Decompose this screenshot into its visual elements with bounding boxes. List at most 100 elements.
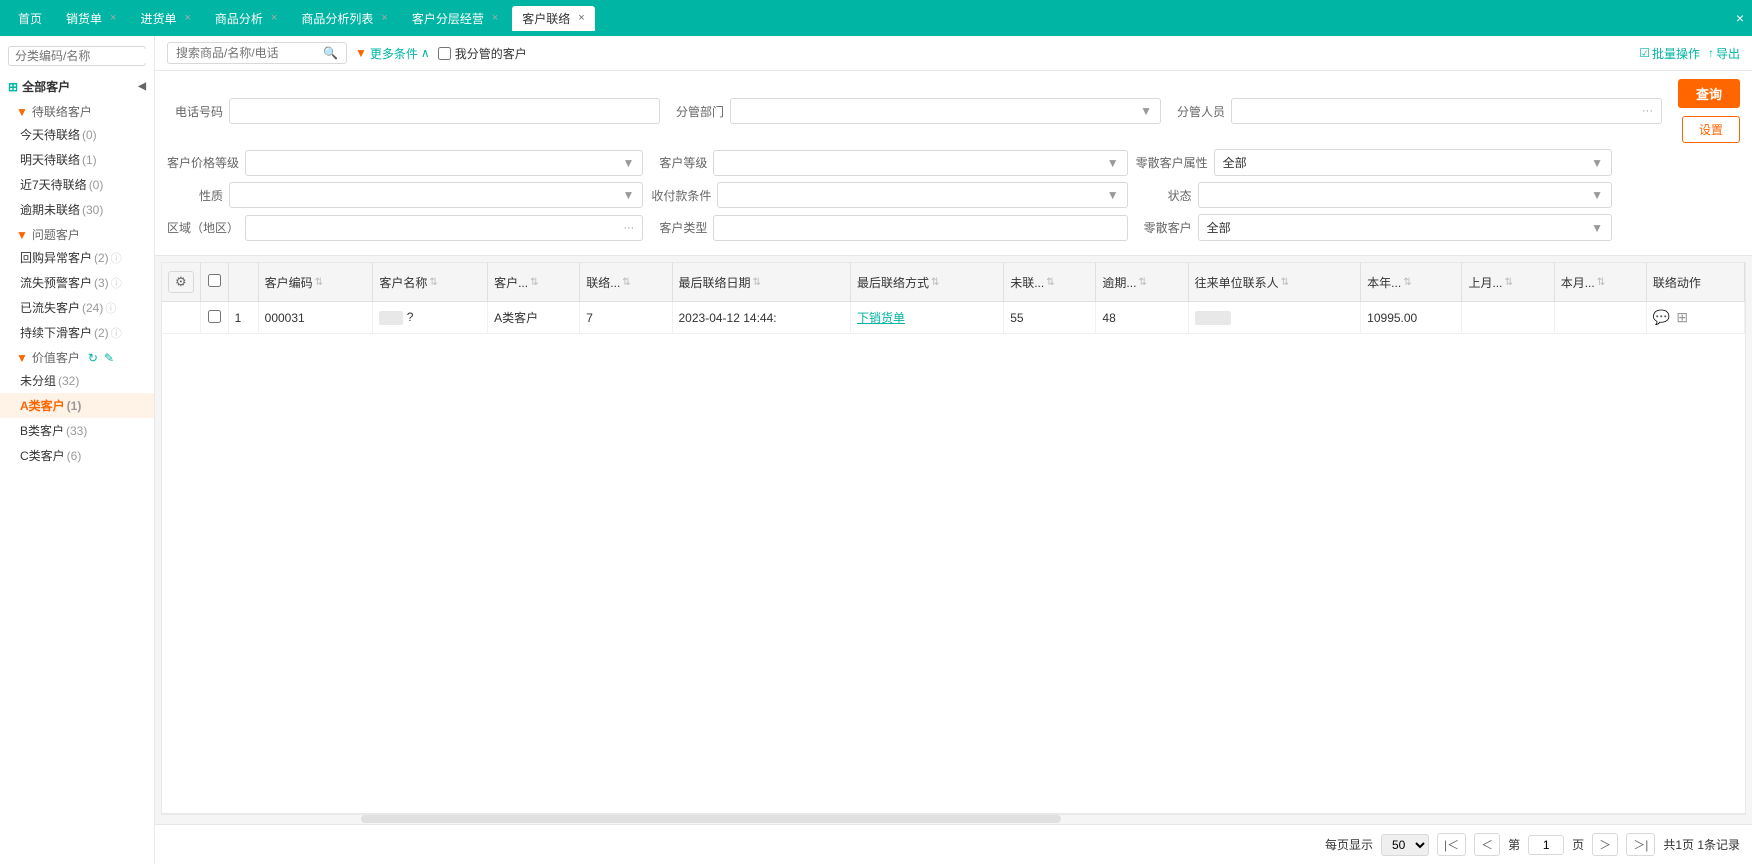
adv-phone-input[interactable] <box>229 98 660 124</box>
col-last-month-sort[interactable]: ⇅ <box>1504 277 1512 288</box>
declining-info-icon: ⓘ <box>111 325 122 341</box>
page-label: 第 <box>1508 836 1520 853</box>
nav-goods-analysis-close[interactable]: × <box>271 12 277 24</box>
row-unit-contacts-cell <box>1188 302 1361 334</box>
row-action-more[interactable]: ⊞ <box>1676 309 1688 326</box>
page-input[interactable] <box>1528 835 1564 855</box>
refresh-icon[interactable]: ↻ <box>88 351 98 365</box>
col-uncontacted-label: 未联... <box>1010 274 1044 291</box>
col-this-month-sort[interactable]: ⇅ <box>1597 277 1605 288</box>
col-overdue-label: 逾期... <box>1102 274 1136 291</box>
nav-purchase[interactable]: 进货单 × <box>130 6 200 31</box>
row-uncontacted: 55 <box>1010 311 1023 325</box>
adv-retail-attr-select[interactable]: 全部▼ <box>1214 149 1612 176</box>
sidebar-search-box[interactable]: 🔍 <box>8 46 146 66</box>
col-category-label: 客户... <box>494 274 528 291</box>
last-page-btn[interactable]: ＞| <box>1626 833 1655 856</box>
overdue-count: (30) <box>82 203 103 217</box>
top-nav: 首页 销货单 × 进货单 × 商品分析 × 商品分析列表 × 客户分层经营 × … <box>0 0 1752 36</box>
sidebar-item-abnormal[interactable]: 回购异常客户 (2) ⓘ <box>0 245 154 270</box>
col-code-sort[interactable]: ⇅ <box>315 277 323 288</box>
today-label: 今天待联络 <box>20 126 80 143</box>
row-last-method[interactable]: 下销货单 <box>857 311 905 325</box>
col-last-date-sort[interactable]: ⇅ <box>753 277 761 288</box>
filter-search-box[interactable]: 🔍 <box>167 42 347 64</box>
select-all-checkbox[interactable] <box>208 274 221 287</box>
sidebar-item-c-class[interactable]: C类客户 (6) <box>0 443 154 468</box>
row-checkbox[interactable] <box>208 310 221 323</box>
col-this-year-header: 本年... ⇅ <box>1361 263 1462 302</box>
adv-status-select[interactable]: ▼ <box>1198 182 1612 208</box>
col-unit-contacts-sort[interactable]: ⇅ <box>1281 277 1289 288</box>
sidebar-item-a-class[interactable]: A类客户 (1) <box>0 393 154 418</box>
nav-customer-contact-close[interactable]: × <box>578 12 584 24</box>
abnormal-label: 回购异常客户 <box>20 249 92 266</box>
col-contact-sort[interactable]: ⇅ <box>622 277 630 288</box>
sidebar-item-declining[interactable]: 持续下滑客户 (2) ⓘ <box>0 320 154 345</box>
declining-count: (2) <box>94 326 109 340</box>
sidebar-all-customers[interactable]: ⊞ 全部客户 ◀ <box>0 74 154 99</box>
filter-search-input[interactable] <box>176 46 323 60</box>
sidebar-collapse-icon[interactable]: ◀ <box>138 81 146 92</box>
nav-sales[interactable]: 销货单 × <box>56 6 126 31</box>
col-settings-btn[interactable]: ⚙ <box>168 271 194 293</box>
my-customers-check[interactable] <box>438 47 451 60</box>
prev-page-btn[interactable]: ＜ <box>1474 833 1500 856</box>
adv-payment-select[interactable]: ▼ <box>717 182 1127 208</box>
col-name-sort[interactable]: ⇅ <box>429 277 437 288</box>
sidebar-item-overdue[interactable]: 逾期未联络 (30) <box>0 197 154 222</box>
nav-purchase-close[interactable]: × <box>184 12 190 24</box>
sidebar-item-today[interactable]: 今天待联络 (0) <box>0 122 154 147</box>
adv-status-field: 状态 ▼ <box>1136 182 1612 208</box>
nav-sales-close[interactable]: × <box>110 12 116 24</box>
horizontal-scrollbar[interactable] <box>361 815 1061 823</box>
my-customers-checkbox[interactable]: 我分管的客户 <box>438 45 527 62</box>
sidebar-item-b-class[interactable]: B类客户 (33) <box>0 418 154 443</box>
adv-row-1: 电话号码 分管部门 ▼ 分管人员 ··· 查询 设置 <box>167 79 1740 143</box>
sidebar-item-tomorrow[interactable]: 明天待联络 (1) <box>0 147 154 172</box>
adv-query-section: 查询 设置 <box>1670 79 1740 143</box>
adv-cust-level-select[interactable]: ▼ <box>713 150 1127 176</box>
close-all-tabs[interactable]: × <box>1736 10 1744 26</box>
nav-home[interactable]: 首页 <box>8 6 52 31</box>
export-btn[interactable]: ↑ 导出 <box>1708 45 1740 62</box>
sidebar-item-week[interactable]: 近7天待联络 (0) <box>0 172 154 197</box>
edit-icon[interactable]: ✎ <box>104 351 114 365</box>
col-contact-header: 联络... ⇅ <box>580 263 672 302</box>
sidebar-item-warning[interactable]: 流失预警客户 (3) ⓘ <box>0 270 154 295</box>
sidebar-search-input[interactable] <box>15 49 155 63</box>
adv-retail-attr-label: 零散客户属性 <box>1136 154 1208 171</box>
content-area: 🔍 ▼ 更多条件 ∧ 我分管的客户 ☑ 批量操作 ↑ 导出 <box>155 36 1752 864</box>
set-btn[interactable]: 设置 <box>1682 116 1740 143</box>
nav-goods-list[interactable]: 商品分析列表 × <box>291 6 397 31</box>
col-overdue-sort[interactable]: ⇅ <box>1138 277 1146 288</box>
adv-dept-select[interactable]: ▼ <box>730 98 1161 124</box>
adv-retail-cust-select[interactable]: 全部▼ <box>1198 214 1612 241</box>
nav-customer-segment-close[interactable]: × <box>492 12 498 24</box>
col-this-year-sort[interactable]: ⇅ <box>1403 277 1411 288</box>
adv-cust-level-label: 客户等级 <box>651 154 707 171</box>
next-page-btn[interactable]: ＞ <box>1592 833 1618 856</box>
sidebar-item-ungroup[interactable]: 未分组 (32) <box>0 368 154 393</box>
nav-goods-analysis[interactable]: 商品分析 × <box>205 6 287 31</box>
col-name-label: 客户名称 <box>379 274 427 291</box>
filter-more-btn[interactable]: ▼ 更多条件 ∧ <box>355 45 430 62</box>
col-uncontacted-sort[interactable]: ⇅ <box>1046 277 1054 288</box>
row-action-chat[interactable]: 💬 <box>1653 309 1670 326</box>
adv-price-level-select[interactable]: ▼ <box>245 150 643 176</box>
batch-op-btn[interactable]: ☑ 批量操作 <box>1639 45 1700 62</box>
nav-customer-segment[interactable]: 客户分层经营 × <box>402 6 508 31</box>
per-page-select[interactable]: 50 <box>1381 834 1429 856</box>
col-category-sort[interactable]: ⇅ <box>530 277 538 288</box>
nav-customer-contact[interactable]: 客户联络 × <box>512 6 594 31</box>
nav-goods-list-close[interactable]: × <box>381 12 387 24</box>
adv-region-select[interactable]: ··· <box>245 215 643 241</box>
col-actions-header: 联络动作 <box>1646 263 1744 302</box>
sidebar-item-lost[interactable]: 已流失客户 (24) ⓘ <box>0 295 154 320</box>
first-page-btn[interactable]: |＜ <box>1437 833 1466 856</box>
adv-person-select[interactable]: ··· <box>1231 98 1662 124</box>
query-btn[interactable]: 查询 <box>1678 79 1740 108</box>
adv-nature-select[interactable]: ▼ <box>229 182 643 208</box>
col-last-method-sort[interactable]: ⇅ <box>931 277 939 288</box>
adv-cust-type-input[interactable] <box>713 215 1127 241</box>
